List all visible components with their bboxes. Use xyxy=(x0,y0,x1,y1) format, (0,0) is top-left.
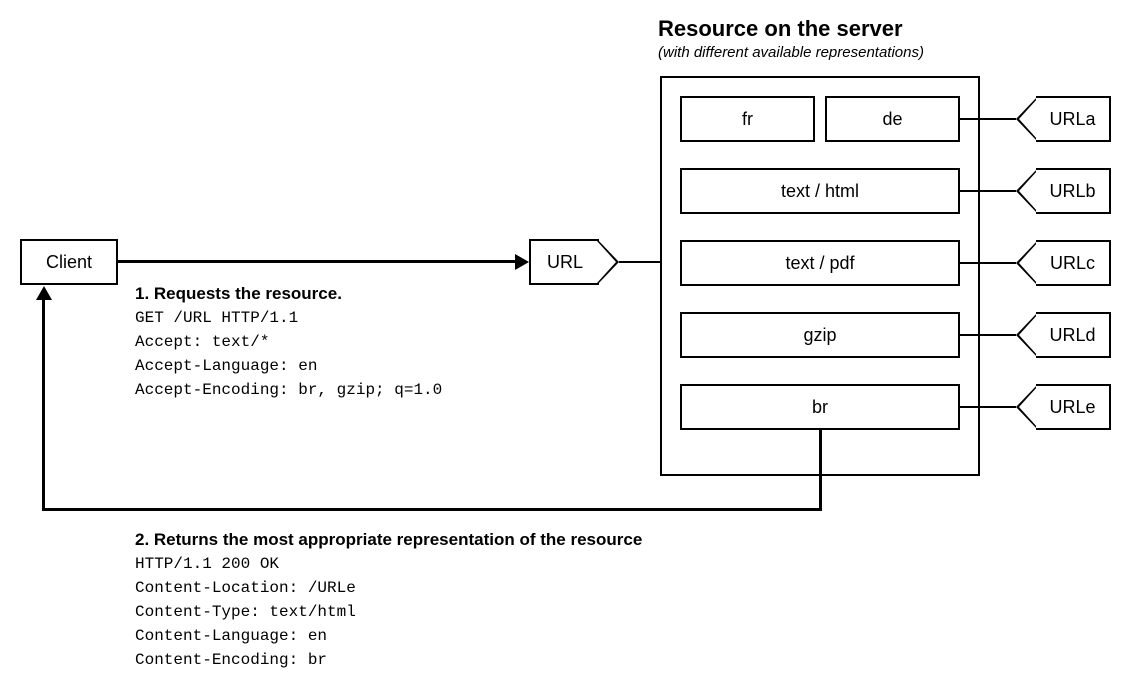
request-arrow-line xyxy=(118,260,515,263)
client-box: Client xyxy=(20,239,118,285)
diagram-canvas: Resource on the server (with different a… xyxy=(0,0,1127,679)
urla-label: URLa xyxy=(1049,109,1095,130)
rep-text-pdf-label: text / pdf xyxy=(785,253,854,274)
response-lines: HTTP/1.1 200 OK Content-Location: /URLe … xyxy=(135,552,356,672)
urla-tag: URLa xyxy=(1036,96,1111,142)
line-urle xyxy=(960,406,1016,408)
rep-gzip: gzip xyxy=(680,312,960,358)
line-urlb xyxy=(960,190,1016,192)
response-line-up xyxy=(42,300,45,511)
urlb-label: URLb xyxy=(1049,181,1095,202)
server-subtitle: (with different available representation… xyxy=(658,44,924,61)
server-title: Resource on the server xyxy=(658,16,903,42)
urlc-label: URLc xyxy=(1050,253,1095,274)
line-urld xyxy=(960,334,1016,336)
rep-de: de xyxy=(825,96,960,142)
rep-text-pdf: text / pdf xyxy=(680,240,960,286)
response-heading: 2. Returns the most appropriate represen… xyxy=(135,530,642,550)
url-to-server-line xyxy=(619,261,661,263)
rep-de-label: de xyxy=(882,109,902,130)
rep-fr: fr xyxy=(680,96,815,142)
rep-br-label: br xyxy=(812,397,828,418)
urle-label: URLe xyxy=(1049,397,1095,418)
request-arrowhead xyxy=(515,254,529,270)
urlb-tag: URLb xyxy=(1036,168,1111,214)
url-tag: URL xyxy=(529,239,599,285)
rep-text-html: text / html xyxy=(680,168,960,214)
urld-label: URLd xyxy=(1049,325,1095,346)
request-lines: GET /URL HTTP/1.1 Accept: text/* Accept-… xyxy=(135,306,442,402)
line-urla xyxy=(960,118,1016,120)
rep-fr-label: fr xyxy=(742,109,753,130)
urle-tag: URLe xyxy=(1036,384,1111,430)
response-line-down xyxy=(819,430,822,510)
response-arrowhead xyxy=(36,286,52,300)
rep-br: br xyxy=(680,384,960,430)
rep-gzip-label: gzip xyxy=(803,325,836,346)
line-urlc xyxy=(960,262,1016,264)
client-label: Client xyxy=(46,252,92,273)
url-tag-label: URL xyxy=(547,252,583,273)
response-line-horiz xyxy=(42,508,822,511)
request-heading: 1. Requests the resource. xyxy=(135,284,342,304)
urld-tag: URLd xyxy=(1036,312,1111,358)
rep-text-html-label: text / html xyxy=(781,181,859,202)
urlc-tag: URLc xyxy=(1036,240,1111,286)
